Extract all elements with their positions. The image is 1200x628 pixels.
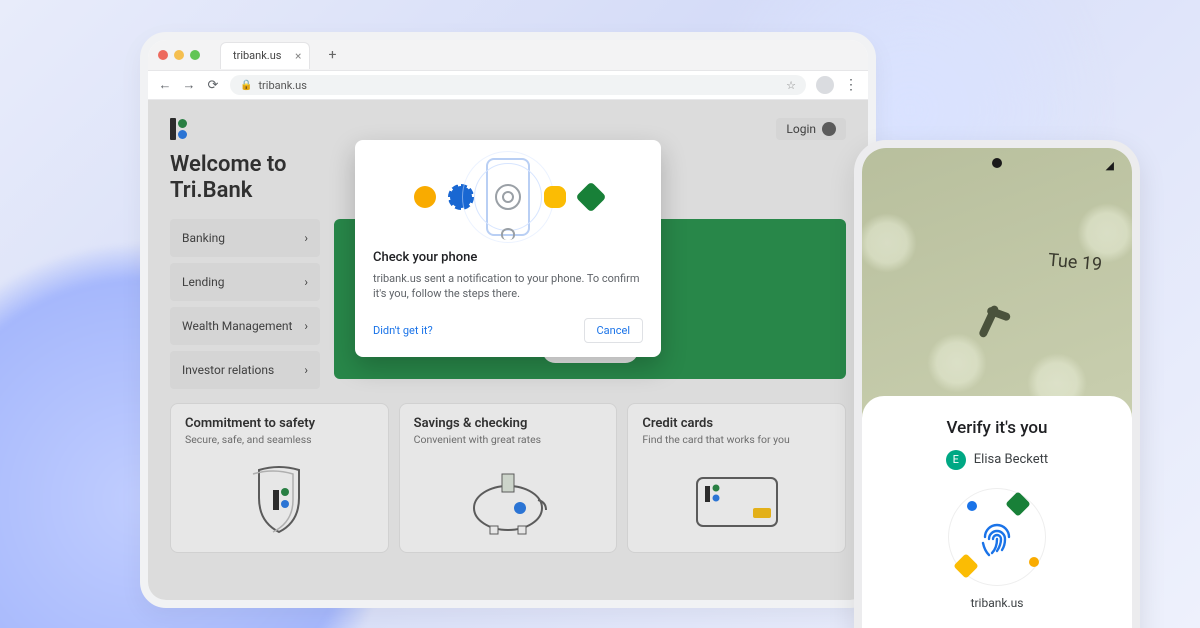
close-icon[interactable]: ×: [295, 49, 301, 63]
cancel-button[interactable]: Cancel: [584, 318, 643, 343]
dialog-illustration: [373, 158, 643, 236]
orange-circle-icon: [414, 186, 436, 208]
blue-dot-icon: [967, 501, 977, 511]
back-icon[interactable]: ←: [158, 78, 172, 92]
verify-site: tribank.us: [880, 596, 1114, 610]
browser-tabstrip: tribank.us × +: [148, 40, 868, 71]
verify-title: Verify it's you: [880, 418, 1114, 438]
lock-icon: 🔒: [240, 80, 252, 91]
url-text: tribank.us: [258, 79, 306, 92]
browser-tab[interactable]: tribank.us ×: [220, 42, 310, 69]
lockscreen-clock: [962, 288, 1032, 358]
phone-mockup: ◢ Tue 19 Verify it's you E Elisa Beckett: [854, 140, 1140, 628]
bookmark-icon[interactable]: ☆: [786, 79, 796, 92]
signal-icon: ◢: [1106, 159, 1114, 172]
didnt-get-it-link[interactable]: Didn't get it?: [373, 324, 433, 337]
account-name: Elisa Beckett: [974, 452, 1048, 467]
avatar: E: [946, 450, 966, 470]
phone-camera: [992, 158, 1002, 168]
window-close-icon[interactable]: [158, 50, 168, 60]
browser-toolbar: ← → ⟳ 🔒 tribank.us ☆ ⋮: [148, 71, 868, 100]
profile-avatar[interactable]: [816, 76, 834, 94]
reload-icon[interactable]: ⟳: [206, 78, 220, 92]
account-chip[interactable]: E Elisa Beckett: [946, 450, 1048, 470]
window-maximize-icon[interactable]: [190, 50, 200, 60]
verify-sheet: Verify it's you E Elisa Beckett: [862, 396, 1132, 628]
check-phone-dialog: Check your phone tribank.us sent a notif…: [355, 140, 661, 357]
person-icon: [495, 184, 521, 210]
tab-title: tribank.us: [233, 49, 281, 62]
fingerprint-button[interactable]: [948, 488, 1046, 586]
yellow-quatrefoil-icon: [544, 186, 566, 208]
dialog-title: Check your phone: [373, 250, 643, 265]
new-tab-button[interactable]: +: [322, 45, 342, 65]
dialog-body: tribank.us sent a notification to your p…: [373, 271, 643, 302]
desktop-monitor: tribank.us × + ← → ⟳ 🔒 tribank.us ☆ ⋮: [140, 32, 876, 608]
window-minimize-icon[interactable]: [174, 50, 184, 60]
forward-icon[interactable]: →: [182, 78, 196, 92]
orange-dot-icon: [1029, 557, 1039, 567]
green-diamond-icon: [575, 181, 606, 212]
fingerprint-icon: [973, 513, 1021, 561]
address-bar[interactable]: 🔒 tribank.us ☆: [230, 75, 806, 95]
menu-icon[interactable]: ⋮: [844, 77, 858, 93]
phone-outline-icon: [486, 158, 530, 236]
scene: tribank.us × + ← → ⟳ 🔒 tribank.us ☆ ⋮: [0, 0, 1200, 628]
